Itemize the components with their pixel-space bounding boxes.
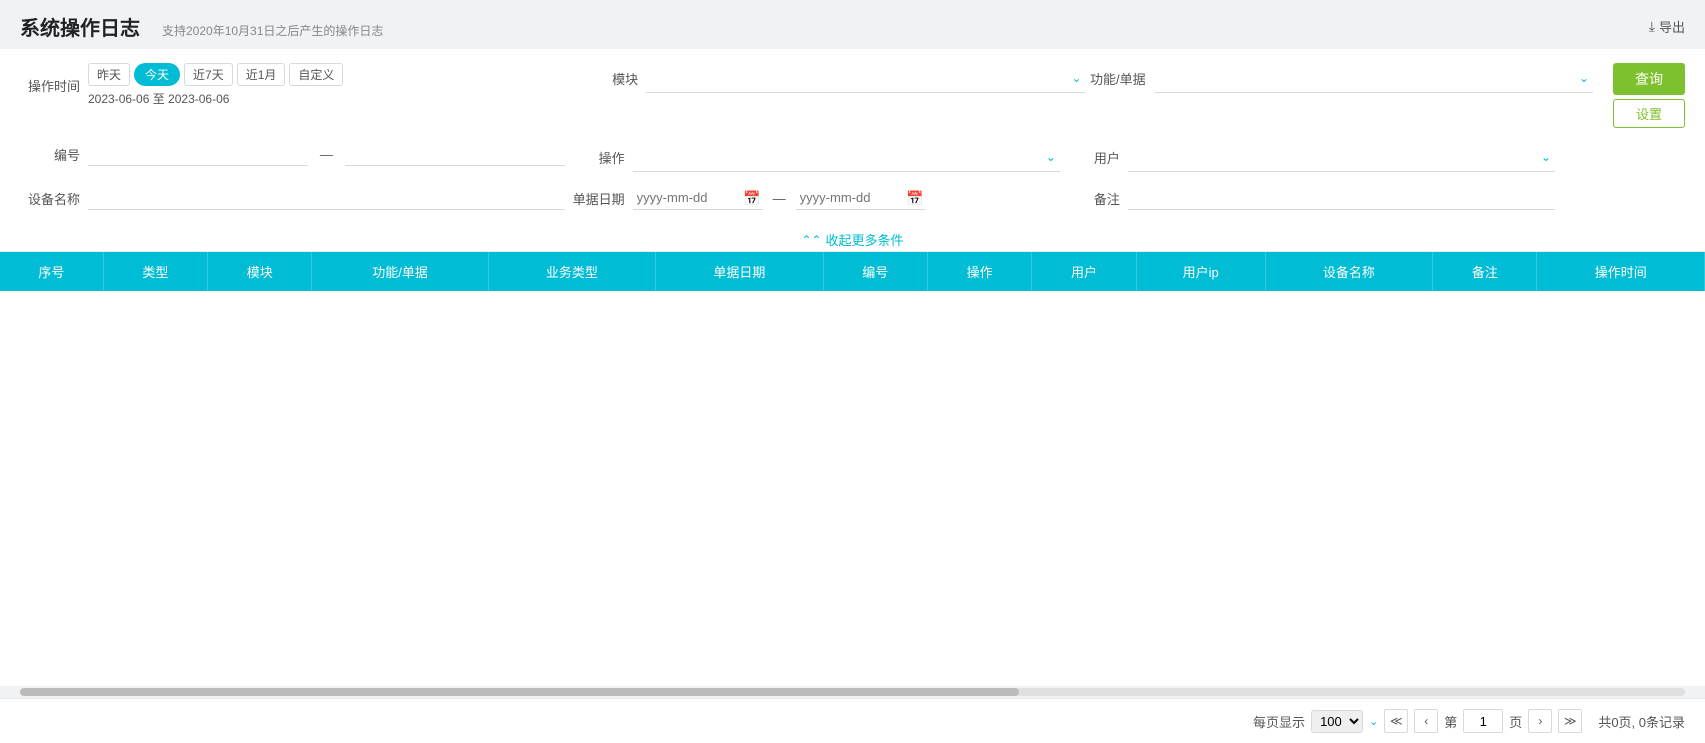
export-icon: ⤓ (1649, 18, 1655, 35)
table-container: 序号 类型 模块 功能/单据 业务类型 单据日期 编号 操作 用户 用户ip 设… (0, 252, 1705, 686)
time-range-display: 2023-06-06 至 2023-06-06 (88, 90, 229, 107)
feature-select-wrap: ⌄ (1154, 63, 1593, 93)
data-table: 序号 类型 模块 功能/单据 业务类型 单据日期 编号 操作 用户 用户ip 设… (0, 252, 1705, 291)
time-btn-yesterday[interactable]: 昨天 (88, 63, 130, 86)
col-feature: 功能/单据 (312, 252, 488, 291)
col-type: 类型 (103, 252, 207, 291)
number-to-input[interactable] (345, 142, 565, 166)
docdate-to-wrap: 📅 (796, 186, 926, 210)
operation-select-wrap: ⌄ (633, 142, 1060, 172)
action-buttons: 查询 设置 (1613, 63, 1685, 128)
filter-row-2: 编号 — 操作 ⌄ 用户 (20, 142, 1685, 172)
page-title: 系统操作日志 (20, 12, 140, 41)
operation-label: 操作 (565, 148, 625, 167)
prev-page-button[interactable]: ‹ (1414, 709, 1438, 733)
docdate-to-calendar-icon[interactable]: 📅 (906, 190, 923, 207)
scrollbar-thumb[interactable] (20, 688, 1019, 696)
time-btn-custom[interactable]: 自定义 (289, 63, 343, 86)
page-total-info: 共0页, 0条记录 (1598, 712, 1685, 731)
col-optime: 操作时间 (1537, 252, 1705, 291)
feature-label: 功能/单据 (1086, 69, 1146, 88)
device-input-wrap (88, 186, 565, 210)
export-label: 导出 (1659, 17, 1685, 36)
col-biztype: 业务类型 (488, 252, 655, 291)
time-btn-today[interactable]: 今天 (134, 63, 180, 86)
time-btn-1month[interactable]: 近1月 (237, 63, 286, 86)
first-page-button[interactable]: ≪ (1384, 709, 1408, 733)
collapse-row: ⌃⌃ 收起更多条件 (0, 224, 1705, 252)
page-number-input[interactable] (1463, 709, 1503, 733)
module-select[interactable] (646, 63, 1085, 93)
export-button[interactable]: ⤓ 导出 (1649, 17, 1685, 36)
module-label: 模块 (578, 69, 638, 88)
remark-filter: 备注 (1060, 186, 1555, 210)
operation-select[interactable] (633, 142, 1060, 172)
user-select-wrap: ⌄ (1128, 142, 1555, 172)
page-label-text: 第 (1444, 712, 1457, 731)
table-header-row: 序号 类型 模块 功能/单据 业务类型 单据日期 编号 操作 用户 用户ip 设… (0, 252, 1705, 291)
number-filter: 编号 — (20, 142, 565, 166)
time-buttons: 昨天 今天 近7天 近1月 自定义 (88, 63, 343, 86)
settings-button[interactable]: 设置 (1613, 99, 1685, 128)
col-userip: 用户ip (1136, 252, 1265, 291)
docdate-filter: 单据日期 📅 — 📅 (565, 186, 1060, 210)
header-left: 系统操作日志 支持2020年10月31日之后产生的操作日志 (20, 12, 383, 41)
filter-section: 操作时间 昨天 今天 近7天 近1月 自定义 2023-06-06 至 2023… (0, 49, 1705, 224)
module-filter: 模块 ⌄ (578, 63, 1085, 93)
docdate-range: 📅 — 📅 (633, 186, 1060, 210)
docdate-from-wrap: 📅 (633, 186, 763, 210)
feature-filter: 功能/单据 ⌄ (1086, 63, 1593, 93)
col-device: 设备名称 (1265, 252, 1432, 291)
col-number: 编号 (823, 252, 927, 291)
pagination-bar: 每页显示 50 100 200 ⌄ ≪ ‹ 第 页 › ≫ 共0页, 0条记录 (0, 698, 1705, 743)
number-from-input[interactable] (88, 142, 308, 166)
feature-select[interactable] (1154, 63, 1593, 93)
device-filter: 设备名称 (20, 186, 565, 210)
page-unit-text: 页 (1509, 712, 1522, 731)
user-label: 用户 (1060, 148, 1120, 167)
device-label: 设备名称 (20, 189, 80, 208)
docdate-dash: — (773, 191, 786, 206)
page-size-arrow-icon: ⌄ (1369, 715, 1378, 728)
operation-time-filter: 操作时间 昨天 今天 近7天 近1月 自定义 2023-06-06 至 2023… (20, 63, 578, 107)
module-select-wrap: ⌄ (646, 63, 1085, 93)
remark-input-wrap (1128, 186, 1555, 210)
filter-row-3: 设备名称 单据日期 📅 — 📅 (20, 186, 1685, 210)
query-button[interactable]: 查询 (1613, 63, 1685, 95)
table-header: 序号 类型 模块 功能/单据 业务类型 单据日期 编号 操作 用户 用户ip 设… (0, 252, 1705, 291)
page-subtitle: 支持2020年10月31日之后产生的操作日志 (162, 22, 383, 39)
col-docdate: 单据日期 (656, 252, 823, 291)
docdate-from-calendar-icon[interactable]: 📅 (743, 190, 760, 207)
operation-time-label: 操作时间 (20, 76, 80, 95)
page-header: 系统操作日志 支持2020年10月31日之后产生的操作日志 ⤓ 导出 (0, 0, 1705, 49)
scrollbar-track (20, 688, 1685, 696)
collapse-label: 收起更多条件 (826, 230, 904, 249)
next-page-button[interactable]: › (1528, 709, 1552, 733)
user-filter: 用户 ⌄ (1060, 142, 1555, 172)
docdate-label: 单据日期 (565, 189, 625, 208)
col-operation: 操作 (927, 252, 1031, 291)
page-size-label: 每页显示 (1253, 712, 1305, 731)
col-remark: 备注 (1433, 252, 1537, 291)
filter-row-1: 操作时间 昨天 今天 近7天 近1月 自定义 2023-06-06 至 2023… (20, 63, 1685, 128)
page-size-select[interactable]: 50 100 200 (1311, 710, 1363, 733)
horizontal-scrollbar[interactable] (0, 686, 1705, 698)
col-user: 用户 (1032, 252, 1136, 291)
col-module: 模块 (208, 252, 312, 291)
time-filter-group: 昨天 今天 近7天 近1月 自定义 2023-06-06 至 2023-06-0… (88, 63, 578, 107)
collapse-chevron-icon: ⌃⌃ (801, 233, 821, 247)
time-btn-7days[interactable]: 近7天 (184, 63, 233, 86)
operation-filter: 操作 ⌄ (565, 142, 1060, 172)
col-index: 序号 (0, 252, 103, 291)
collapse-button[interactable]: ⌃⌃ 收起更多条件 (801, 230, 903, 249)
device-input[interactable] (88, 186, 565, 210)
last-page-button[interactable]: ≫ (1558, 709, 1582, 733)
number-dash: — (320, 147, 333, 162)
remark-label: 备注 (1060, 189, 1120, 208)
number-label: 编号 (20, 145, 80, 164)
user-select[interactable] (1128, 142, 1555, 172)
remark-input[interactable] (1128, 186, 1555, 210)
number-range: — (88, 142, 565, 166)
